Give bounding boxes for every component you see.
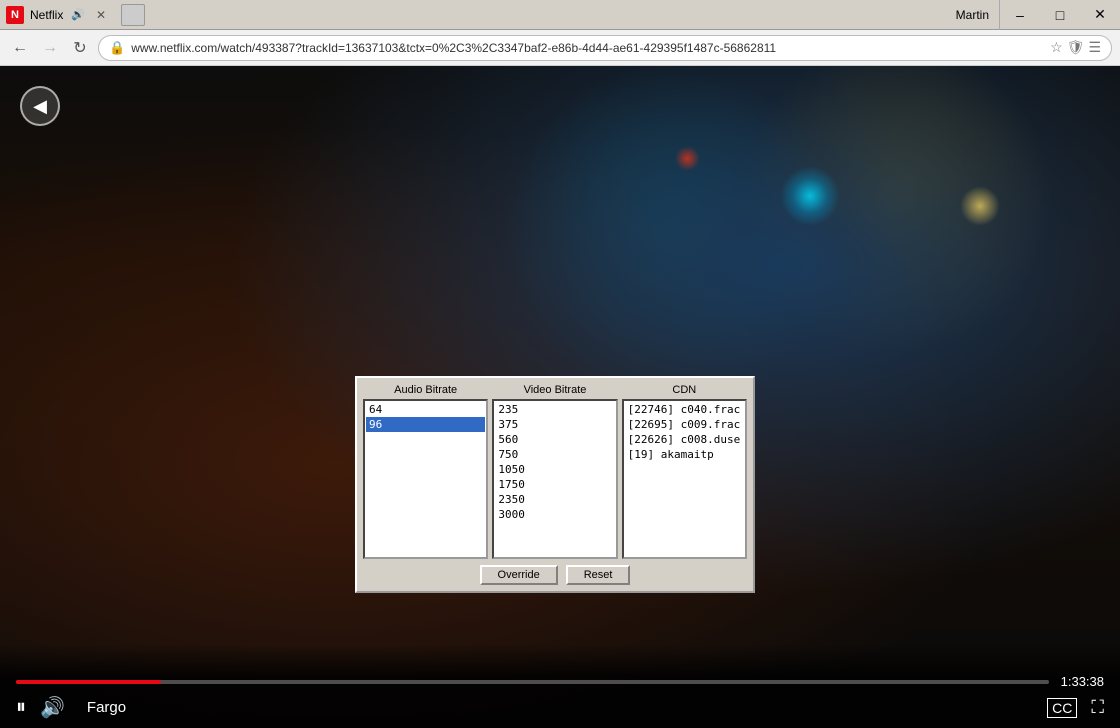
cdn-listbox[interactable]: [22746] c040.frac [22695] c009.frac [226… (622, 399, 747, 559)
cdn-col: CDN [22746] c040.frac [22695] c009.frac … (622, 384, 747, 559)
video-item-560[interactable]: 560 (495, 432, 614, 447)
subtitles-icon: CC (1052, 700, 1072, 716)
audio-bitrate-label: Audio Bitrate (363, 384, 488, 396)
audio-item-96[interactable]: 96 (366, 417, 485, 432)
audio-item-64[interactable]: 64 (366, 402, 485, 417)
extension-icon[interactable]: 🛡 (1067, 39, 1085, 56)
controls-row: ⏸ 🔊 Fargo CC ⛶ (0, 695, 1120, 720)
url-bar[interactable]: 🔒 www.netflix.com/watch/493387?trackId=1… (98, 35, 1112, 61)
video-item-750[interactable]: 750 (495, 447, 614, 462)
menu-icon[interactable]: ☰ (1088, 39, 1101, 56)
progress-bar-fill (16, 680, 161, 684)
audio-bitrate-col: Audio Bitrate 64 96 (363, 384, 488, 559)
video-item-1750[interactable]: 1750 (495, 477, 614, 492)
play-pause-icon: ⏸ (16, 696, 26, 719)
volume-icon: 🔊 (40, 695, 65, 720)
override-button[interactable]: Override (480, 565, 558, 585)
url-text: www.netflix.com/watch/493387?trackId=136… (131, 41, 1044, 55)
tab-audio-icon: 🔊 (71, 8, 85, 21)
cdn-item-4[interactable]: [19] akamaitp (625, 447, 744, 462)
netflix-logo: N (6, 6, 24, 24)
bookmark-icon[interactable]: ☆ (1050, 39, 1063, 56)
tab-title: Netflix 🔊 ✕ (30, 7, 109, 23)
player-back-button[interactable]: ◀ (20, 86, 60, 126)
title-bar-right: Martin – □ ✕ (946, 0, 1120, 30)
new-tab-button[interactable] (121, 4, 145, 26)
cdn-item-3[interactable]: [22626] c008.duse (625, 432, 744, 447)
subtitles-button[interactable]: CC (1047, 698, 1077, 718)
cdn-item-1[interactable]: [22746] c040.frac (625, 402, 744, 417)
video-item-3000[interactable]: 3000 (495, 507, 614, 522)
movie-title: Fargo (87, 699, 126, 716)
lock-icon: 🔒 (109, 40, 125, 56)
light-red (675, 146, 700, 171)
refresh-button[interactable]: ↻ (68, 36, 92, 60)
minimize-button[interactable]: – (1000, 0, 1040, 30)
fullscreen-icon: ⛶ (1091, 697, 1104, 718)
user-name: Martin (946, 0, 1000, 30)
controls-bar: 1:33:38 ⏸ 🔊 Fargo CC ⛶ (0, 644, 1120, 728)
video-item-375[interactable]: 375 (495, 417, 614, 432)
debug-buttons: Override Reset (363, 565, 747, 585)
controls-left: ⏸ 🔊 Fargo (16, 695, 126, 720)
audio-bitrate-listbox[interactable]: 64 96 (363, 399, 488, 559)
cdn-item-2[interactable]: [22695] c009.frac (625, 417, 744, 432)
controls-right: CC ⛶ (1047, 697, 1104, 718)
light-cyan (780, 166, 840, 226)
progress-bar[interactable] (16, 680, 1049, 684)
play-pause-button[interactable]: ⏸ (16, 696, 26, 719)
volume-button[interactable]: 🔊 (40, 695, 65, 720)
title-bar: N Netflix 🔊 ✕ Martin – □ ✕ (0, 0, 1120, 30)
cdn-label: CDN (622, 384, 747, 396)
close-button[interactable]: ✕ (1080, 0, 1120, 30)
video-bitrate-col: Video Bitrate 235 375 560 750 1050 1750 … (492, 384, 617, 559)
video-item-2350[interactable]: 2350 (495, 492, 614, 507)
video-player[interactable]: ◀ Audio Bitrate 64 96 Video Bitrate 235 … (0, 66, 1120, 728)
back-nav-button[interactable]: ← (8, 36, 32, 60)
url-right-icons: ☆ 🛡 ☰ (1050, 39, 1101, 56)
progress-row: 1:33:38 (0, 674, 1120, 689)
reset-button[interactable]: Reset (566, 565, 631, 585)
debug-panel: Audio Bitrate 64 96 Video Bitrate 235 37… (355, 376, 755, 593)
forward-nav-button[interactable]: → (38, 36, 62, 60)
restore-button[interactable]: □ (1040, 0, 1080, 30)
back-arrow-icon: ◀ (33, 96, 47, 117)
video-item-235[interactable]: 235 (495, 402, 614, 417)
tab-title-text: Netflix (30, 8, 63, 22)
debug-grid: Audio Bitrate 64 96 Video Bitrate 235 37… (363, 384, 747, 559)
tab-close-button[interactable]: ✕ (93, 7, 109, 23)
time-display: 1:33:38 (1061, 674, 1104, 689)
title-bar-left: N Netflix 🔊 ✕ (0, 4, 145, 26)
video-bitrate-listbox[interactable]: 235 375 560 750 1050 1750 2350 3000 (492, 399, 617, 559)
light-warm (960, 186, 1000, 226)
video-bitrate-label: Video Bitrate (492, 384, 617, 396)
fullscreen-button[interactable]: ⛶ (1091, 697, 1104, 718)
address-bar: ← → ↻ 🔒 www.netflix.com/watch/493387?tra… (0, 30, 1120, 66)
video-item-1050[interactable]: 1050 (495, 462, 614, 477)
